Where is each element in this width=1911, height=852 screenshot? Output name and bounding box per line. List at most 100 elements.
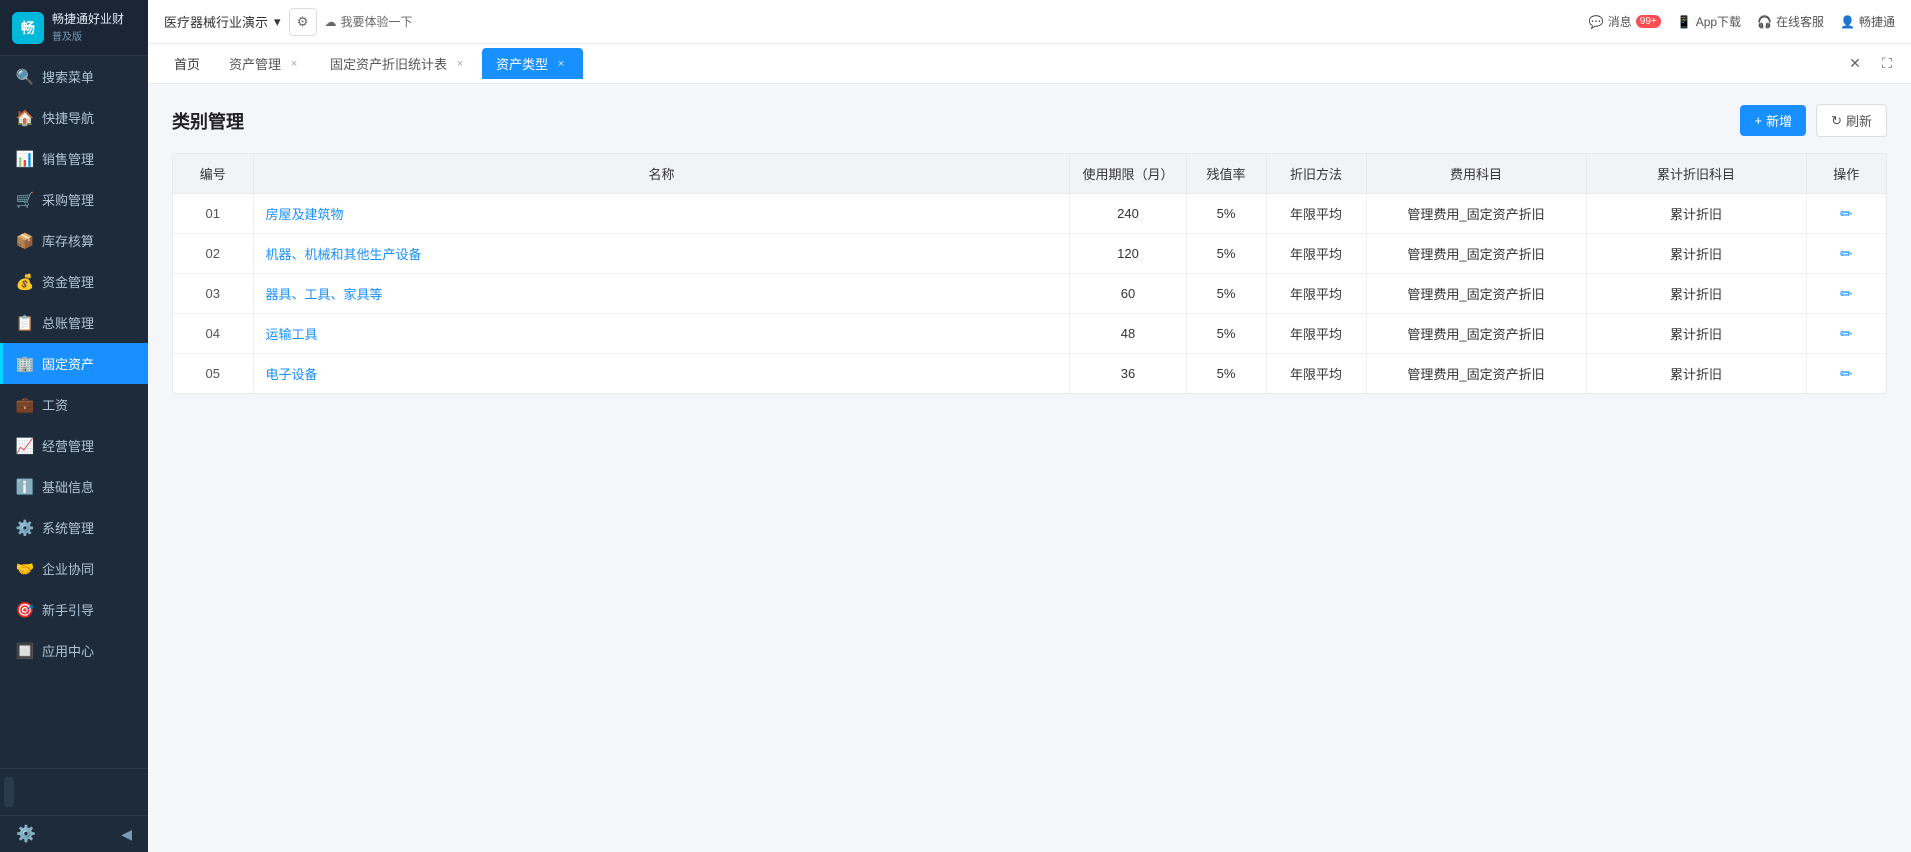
sidebar-item-basic-info[interactable]: ℹ️ 基础信息 xyxy=(0,466,148,507)
user-label: 畅捷通 xyxy=(1859,13,1895,30)
topbar-right: 💬 消息 99+ 📱 App下载 🎧 在线客服 👤 畅捷通 xyxy=(1589,13,1895,30)
system-icon: ⚙️ xyxy=(16,519,34,537)
col-header-period: 使用期限（月） xyxy=(1070,154,1186,194)
company-selector[interactable]: 医疗器械行业演示 ▾ xyxy=(164,12,281,31)
sales-icon: 📊 xyxy=(16,150,34,168)
cell-period-0: 240 xyxy=(1070,194,1186,234)
experience-cloud-icon: ☁ xyxy=(325,15,337,29)
col-header-accum: 累计折旧科目 xyxy=(1586,154,1806,194)
sidebar-item-quick-nav[interactable]: 🏠 快捷导航 xyxy=(0,97,148,138)
sidebar-item-purchase[interactable]: 🛒 采购管理 xyxy=(0,179,148,220)
asset-mgmt-tab-label: 资产管理 xyxy=(229,54,281,73)
capital-icon: 💰 xyxy=(16,273,34,291)
close-asset-mgmt-tab[interactable]: × xyxy=(287,57,301,71)
breadcrumb-right: ✕ ⛶ xyxy=(1843,52,1899,76)
messages-icon: 💬 xyxy=(1589,15,1604,29)
sidebar-item-payroll[interactable]: 💼 工资 xyxy=(0,384,148,425)
cell-method-3: 年限平均 xyxy=(1266,314,1366,354)
topbar-left: 医疗器械行业演示 ▾ ⚙ ☁ 我要体验一下 xyxy=(164,8,413,36)
settings-footer-icon[interactable]: ⚙️ xyxy=(16,824,36,844)
sidebar-item-inventory[interactable]: 📦 库存核算 xyxy=(0,220,148,261)
sidebar-item-capital[interactable]: 💰 资金管理 xyxy=(0,261,148,302)
cell-accum-1: 累计折旧 xyxy=(1586,234,1806,274)
sidebar-item-sales[interactable]: 📊 销售管理 xyxy=(0,138,148,179)
customer-service-icon: 🎧 xyxy=(1757,15,1772,29)
messages-button[interactable]: 💬 消息 99+ xyxy=(1589,13,1661,30)
messages-label: 消息 xyxy=(1608,13,1632,30)
user-button[interactable]: 👤 畅捷通 xyxy=(1840,13,1895,30)
cell-action-0[interactable]: ✏ xyxy=(1806,194,1886,234)
cell-name-1: 机器、机械和其他生产设备 xyxy=(253,234,1070,274)
customer-service-button[interactable]: 🎧 在线客服 xyxy=(1757,13,1824,30)
header-actions: + 新增 ↻ 刷新 xyxy=(1740,104,1887,137)
cell-method-0: 年限平均 xyxy=(1266,194,1366,234)
sidebar-item-label: 库存核算 xyxy=(42,231,94,250)
cell-period-2: 60 xyxy=(1070,274,1186,314)
cell-action-2[interactable]: ✏ xyxy=(1806,274,1886,314)
cell-method-1: 年限平均 xyxy=(1266,234,1366,274)
payroll-icon: 💼 xyxy=(16,396,34,414)
cell-expense-4: 管理费用_固定资产折旧 xyxy=(1366,354,1586,394)
tab-asset-type[interactable]: 资产类型 × xyxy=(482,48,583,79)
collapse-icon[interactable]: ◀ xyxy=(121,826,132,843)
refresh-button[interactable]: ↻ 刷新 xyxy=(1816,104,1887,137)
sidebar-item-system[interactable]: ⚙️ 系统管理 xyxy=(0,507,148,548)
sidebar-item-app-center[interactable]: 🔲 应用中心 xyxy=(0,630,148,671)
guide-icon: 🎯 xyxy=(16,601,34,619)
inventory-icon: 📦 xyxy=(16,232,34,250)
breadcrumb-bar: 首页 资产管理 × 固定资产折旧统计表 × 资产类型 × ✕ ⛶ xyxy=(148,44,1911,84)
sidebar-header-text: 畅捷通好业财 普及版 xyxy=(52,12,124,43)
page-header: 类别管理 + 新增 ↻ 刷新 xyxy=(172,104,1887,137)
col-header-action: 操作 xyxy=(1806,154,1886,194)
content-area: 类别管理 + 新增 ↻ 刷新 编号 名称 使用期限（月） xyxy=(148,84,1911,852)
tab-depreciation-report[interactable]: 固定资产折旧统计表 × xyxy=(316,48,482,79)
tab-asset-mgmt[interactable]: 资产管理 × xyxy=(215,48,316,79)
add-button[interactable]: + 新增 xyxy=(1740,105,1806,136)
close-asset-type-tab[interactable]: × xyxy=(554,57,568,71)
sidebar-item-operations[interactable]: 📈 经营管理 xyxy=(0,425,148,466)
purchase-icon: 🛒 xyxy=(16,191,34,209)
edit-icon-3[interactable]: ✏ xyxy=(1840,326,1853,343)
cell-code-0: 01 xyxy=(173,194,253,234)
cell-code-1: 02 xyxy=(173,234,253,274)
edit-icon-1[interactable]: ✏ xyxy=(1840,246,1853,263)
sidebar-item-search[interactable]: 🔍 搜索菜单 xyxy=(0,56,148,97)
maximize-window-button[interactable]: ⛶ xyxy=(1875,52,1899,76)
edit-icon-0[interactable]: ✏ xyxy=(1840,206,1853,223)
col-header-residual: 残值率 xyxy=(1186,154,1266,194)
sidebar-item-label: 新手引导 xyxy=(42,600,94,619)
table-row: 05 电子设备 36 5% 年限平均 管理费用_固定资产折旧 累计折旧 ✏ xyxy=(173,354,1886,394)
close-window-button[interactable]: ✕ xyxy=(1843,52,1867,76)
cell-action-4[interactable]: ✏ xyxy=(1806,354,1886,394)
operations-icon: 📈 xyxy=(16,437,34,455)
settings-button[interactable]: ⚙ xyxy=(289,8,317,36)
cell-code-4: 05 xyxy=(173,354,253,394)
table-row: 03 器具、工具、家具等 60 5% 年限平均 管理费用_固定资产折旧 累计折旧… xyxy=(173,274,1886,314)
edit-icon-4[interactable]: ✏ xyxy=(1840,366,1853,383)
cell-expense-1: 管理费用_固定资产折旧 xyxy=(1366,234,1586,274)
table-row: 04 运输工具 48 5% 年限平均 管理费用_固定资产折旧 累计折旧 ✏ xyxy=(173,314,1886,354)
sidebar-item-ledger[interactable]: 📋 总账管理 xyxy=(0,302,148,343)
app-download-button[interactable]: 📱 App下载 xyxy=(1677,13,1741,30)
sidebar-item-guide[interactable]: 🎯 新手引导 xyxy=(0,589,148,630)
sidebar-item-fixed-assets[interactable]: 🏢 固定资产 xyxy=(0,343,148,384)
tab-home[interactable]: 首页 xyxy=(160,48,215,79)
sidebar-item-cooperation[interactable]: 🤝 企业协同 xyxy=(0,548,148,589)
cell-period-3: 48 xyxy=(1070,314,1186,354)
cell-name-0: 房屋及建筑物 xyxy=(253,194,1070,234)
cell-method-2: 年限平均 xyxy=(1266,274,1366,314)
settings-icon: ⚙ xyxy=(297,14,309,30)
edit-icon-2[interactable]: ✏ xyxy=(1840,286,1853,303)
close-depreciation-tab[interactable]: × xyxy=(453,57,467,71)
user-icon: 👤 xyxy=(1840,15,1855,29)
customer-service-label: 在线客服 xyxy=(1776,13,1824,30)
data-table: 编号 名称 使用期限（月） 残值率 折旧方法 费用科目 累计折旧科目 操作 01… xyxy=(172,153,1887,394)
cell-action-3[interactable]: ✏ xyxy=(1806,314,1886,354)
asset-type-tab-label: 资产类型 xyxy=(496,54,548,73)
cell-action-1[interactable]: ✏ xyxy=(1806,234,1886,274)
cell-code-2: 03 xyxy=(173,274,253,314)
experience-button[interactable]: ☁ 我要体验一下 xyxy=(325,13,413,30)
col-header-expense: 费用科目 xyxy=(1366,154,1586,194)
sidebar-item-label: 经营管理 xyxy=(42,436,94,455)
cell-period-1: 120 xyxy=(1070,234,1186,274)
